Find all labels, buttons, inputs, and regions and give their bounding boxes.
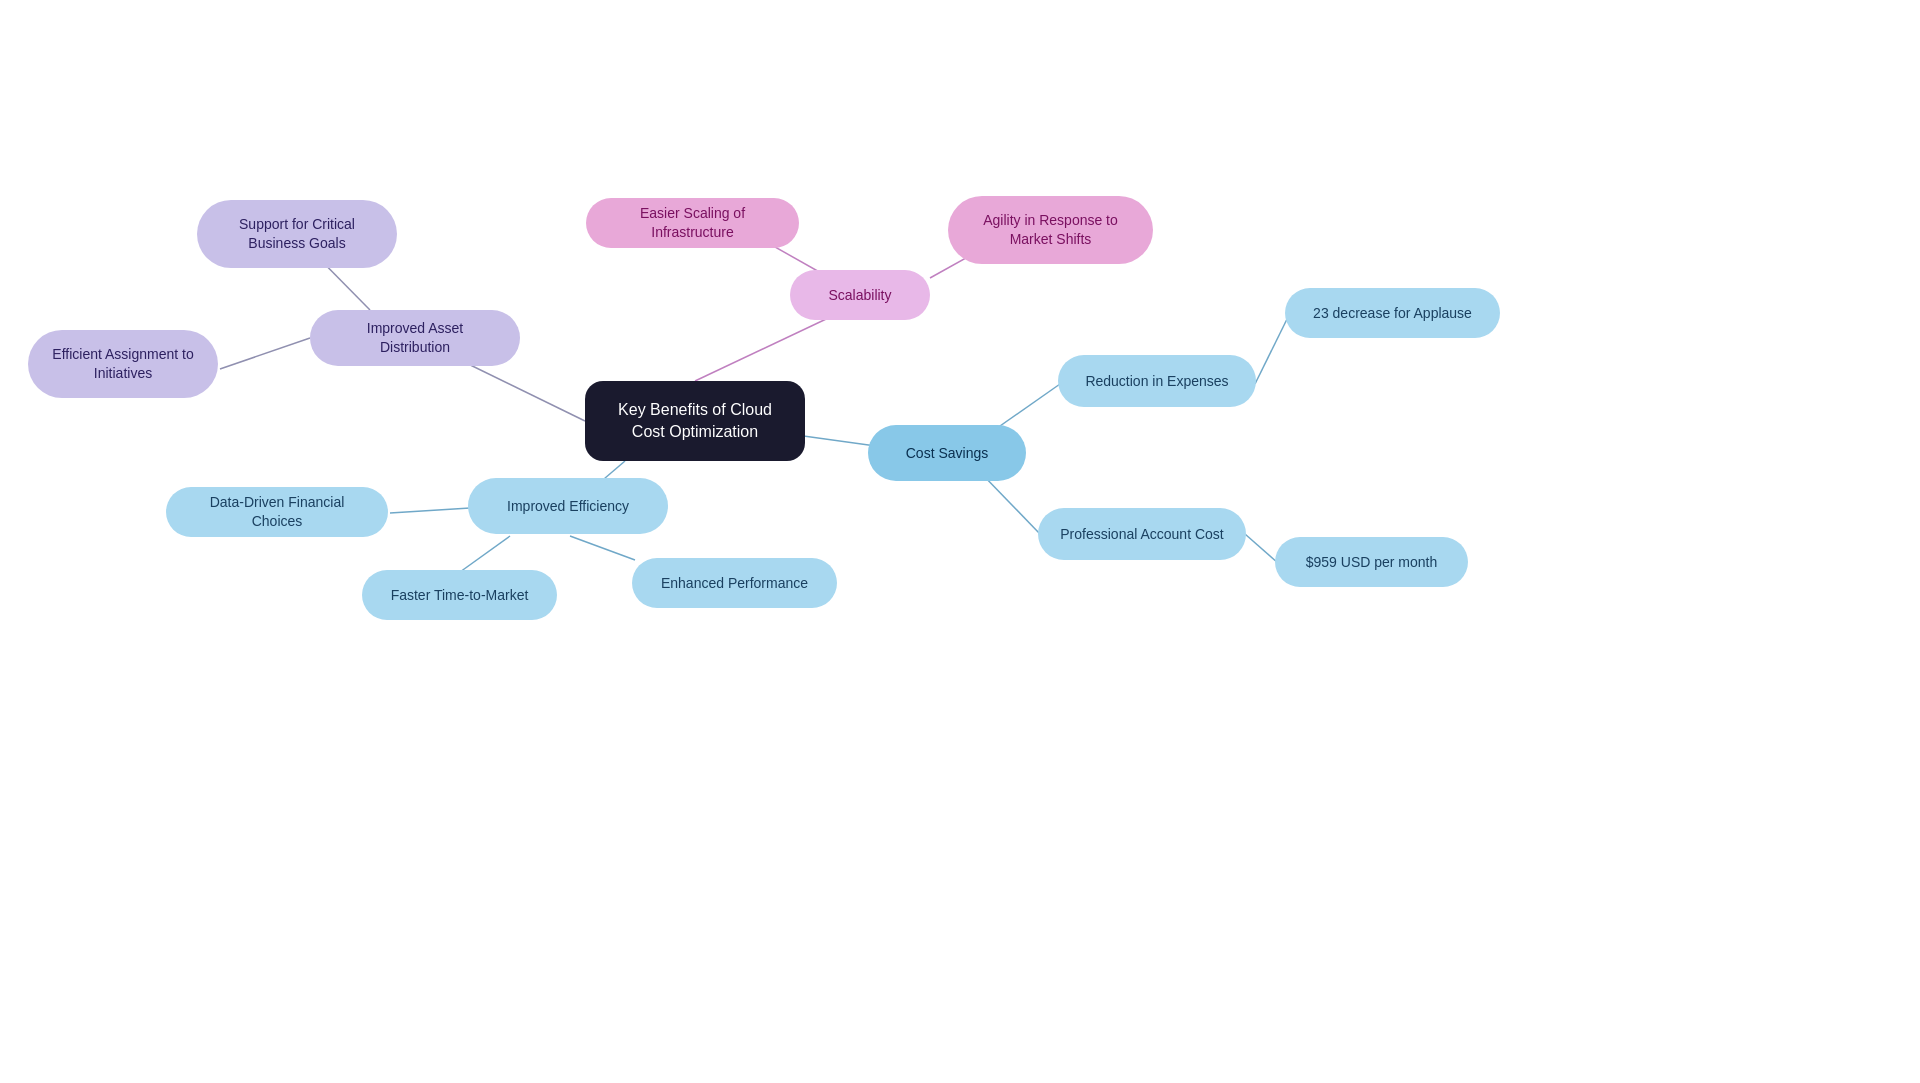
professional-account-node: Professional Account Cost [1038, 508, 1246, 560]
scalability-node: Scalability [790, 270, 930, 320]
usd-per-month-node: $959 USD per month [1275, 537, 1468, 587]
svg-line-9 [980, 472, 1040, 534]
support-critical-node: Support for Critical Business Goals [197, 200, 397, 268]
easier-scaling-node: Easier Scaling of Infrastructure [586, 198, 799, 248]
efficient-assignment-node: Efficient Assignment to Initiatives [28, 330, 218, 398]
improved-asset-node: Improved Asset Distribution [310, 310, 520, 366]
svg-line-10 [1255, 313, 1290, 384]
agility-node: Agility in Response to Market Shifts [948, 196, 1153, 264]
data-driven-node: Data-Driven Financial Choices [166, 487, 388, 537]
svg-line-12 [390, 508, 470, 513]
svg-line-14 [460, 536, 510, 572]
faster-time-node: Faster Time-to-Market [362, 570, 557, 620]
reduction-expenses-node: Reduction in Expenses [1058, 355, 1256, 407]
cost-savings-node: Cost Savings [868, 425, 1026, 481]
svg-line-5 [220, 338, 310, 369]
center-node: Key Benefits of Cloud Cost Optimization [585, 381, 805, 461]
svg-line-11 [1245, 534, 1278, 563]
decrease-applause-node: 23 decrease for Applause [1285, 288, 1500, 338]
enhanced-performance-node: Enhanced Performance [632, 558, 837, 608]
svg-line-13 [570, 536, 635, 560]
improved-efficiency-node: Improved Efficiency [468, 478, 668, 534]
